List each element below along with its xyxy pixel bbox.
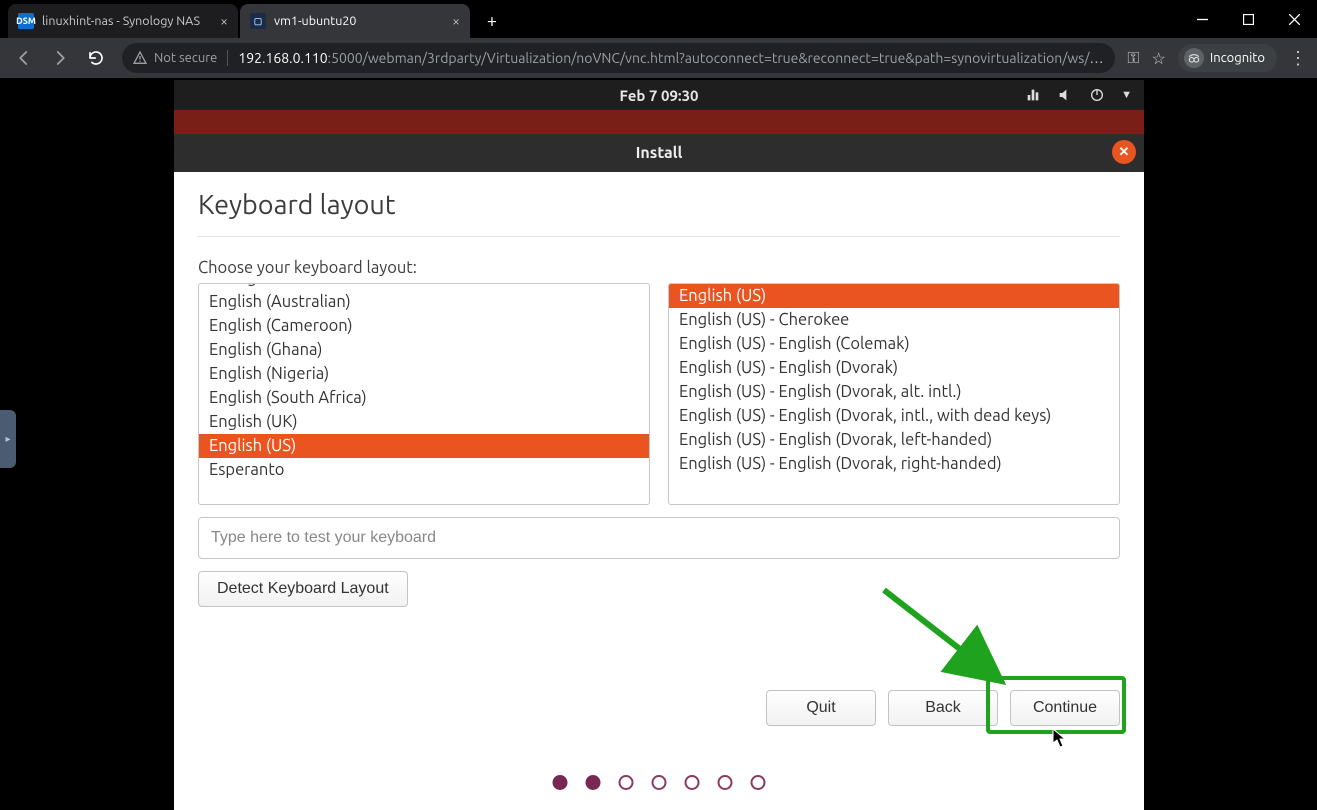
list-item[interactable]: English (Nigeria) — [199, 362, 649, 386]
window-close-button[interactable] — [1271, 0, 1317, 38]
clock[interactable]: Feb 7 09:30 — [619, 87, 698, 104]
ubuntu-accent-bar — [174, 110, 1144, 134]
progress-dot — [652, 775, 667, 790]
install-title: Install — [636, 144, 683, 162]
layout-variant-list[interactable]: English (US)English (US) - CherokeeEngli… — [668, 283, 1120, 505]
list-item[interactable]: English (US) - English (Dvorak, left-han… — [669, 428, 1119, 452]
keyboard-test-input[interactable] — [198, 517, 1120, 559]
layout-language-list[interactable]: DzongkhaEnglish (Australian)English (Cam… — [198, 283, 650, 505]
not-secure-indicator[interactable]: Not secure — [132, 50, 228, 66]
list-item[interactable]: English (Ghana) — [199, 338, 649, 362]
browser-toolbar: Not secure 192.168.0.110:5000/webman/3rd… — [0, 38, 1317, 78]
layout-list-row: DzongkhaEnglish (Australian)English (Cam… — [198, 283, 1120, 505]
not-secure-label: Not secure — [154, 51, 217, 65]
maximize-button[interactable] — [1225, 0, 1271, 38]
list-item[interactable]: English (Australian) — [199, 290, 649, 314]
quit-button[interactable]: Quit — [766, 690, 876, 726]
list-item[interactable]: English (US) - English (Dvorak, right-ha… — [669, 452, 1119, 476]
ubuntu-vm: Feb 7 09:30 ▼ Install ✕ Keyboard layout … — [174, 80, 1144, 810]
tab-vm1-ubuntu[interactable]: ▢ vm1-ubuntu20 × — [240, 4, 470, 38]
continue-button[interactable]: Continue — [1010, 690, 1120, 726]
bookmark-star-icon[interactable]: ☆ — [1152, 49, 1166, 68]
progress-dot — [586, 775, 601, 790]
key-icon[interactable]: ⚿ — [1127, 49, 1139, 68]
chevron-down-icon[interactable]: ▼ — [1121, 89, 1132, 101]
page-heading: Keyboard layout — [198, 190, 1120, 237]
list-item[interactable]: English (US) - English (Dvorak) — [669, 356, 1119, 380]
browser-chrome: DSM linuxhint-nas - Synology NAS × ▢ vm1… — [0, 0, 1317, 78]
network-icon[interactable] — [1025, 87, 1041, 103]
list-item[interactable]: English (US) - English (Dvorak, alt. int… — [669, 380, 1119, 404]
tab-title: vm1-ubuntu20 — [274, 14, 356, 28]
synology-favicon: DSM — [18, 13, 34, 29]
tab-title: linuxhint-nas - Synology NAS — [42, 14, 200, 28]
choose-layout-label: Choose your keyboard layout: — [198, 259, 1120, 277]
power-icon[interactable] — [1089, 87, 1105, 103]
detect-keyboard-button[interactable]: Detect Keyboard Layout — [198, 571, 408, 607]
install-window-titlebar: Install ✕ — [174, 134, 1144, 172]
back-button[interactable] — [10, 44, 38, 72]
list-item[interactable]: English (US) - English (Colemak) — [669, 332, 1119, 356]
forward-button[interactable] — [46, 44, 74, 72]
list-item[interactable]: English (US) — [669, 284, 1119, 308]
installer-progress-dots — [553, 775, 766, 790]
close-icon[interactable]: × — [220, 13, 228, 29]
mouse-cursor — [1052, 728, 1066, 748]
url-bar[interactable]: Not secure 192.168.0.110:5000/webman/3rd… — [122, 43, 1115, 73]
install-body: Keyboard layout Choose your keyboard lay… — [174, 172, 1144, 810]
novnc-expand-handle[interactable]: ▸ — [0, 410, 16, 468]
install-close-button[interactable]: ✕ — [1112, 140, 1136, 164]
window-controls — [1179, 0, 1317, 38]
chrome-menu-icon[interactable]: ⋮ — [1289, 48, 1307, 69]
ubuntu-top-bar: Feb 7 09:30 ▼ — [174, 80, 1144, 110]
url-text: 192.168.0.110:5000/webman/3rdparty/Virtu… — [238, 50, 1105, 66]
list-item[interactable]: English (US) - English (Dvorak, intl., w… — [669, 404, 1119, 428]
list-item[interactable]: English (South Africa) — [199, 386, 649, 410]
incognito-icon — [1184, 48, 1204, 68]
new-tab-button[interactable]: + — [478, 7, 506, 35]
list-item[interactable]: English (Cameroon) — [199, 314, 649, 338]
minimize-button[interactable] — [1179, 0, 1225, 38]
tab-synology[interactable]: DSM linuxhint-nas - Synology NAS × — [8, 4, 238, 38]
tab-strip: DSM linuxhint-nas - Synology NAS × ▢ vm1… — [0, 0, 1317, 38]
list-item[interactable]: Esperanto — [199, 458, 649, 482]
incognito-badge[interactable]: Incognito — [1178, 44, 1277, 72]
progress-dot — [751, 775, 766, 790]
progress-dot — [685, 775, 700, 790]
list-item[interactable]: English (US) - Cherokee — [669, 308, 1119, 332]
incognito-label: Incognito — [1210, 51, 1265, 65]
vnc-favicon: ▢ — [250, 13, 266, 29]
list-item[interactable]: English (UK) — [199, 410, 649, 434]
reload-button[interactable] — [82, 44, 110, 72]
progress-dot — [718, 775, 733, 790]
wizard-buttons: Quit Back Continue — [766, 690, 1120, 726]
list-item[interactable]: English (US) — [199, 434, 649, 458]
annotation-arrow — [874, 582, 1014, 692]
back-button[interactable]: Back — [888, 690, 998, 726]
close-icon[interactable]: × — [452, 13, 460, 29]
sound-icon[interactable] — [1057, 87, 1073, 103]
progress-dot — [619, 775, 634, 790]
progress-dot — [553, 775, 568, 790]
